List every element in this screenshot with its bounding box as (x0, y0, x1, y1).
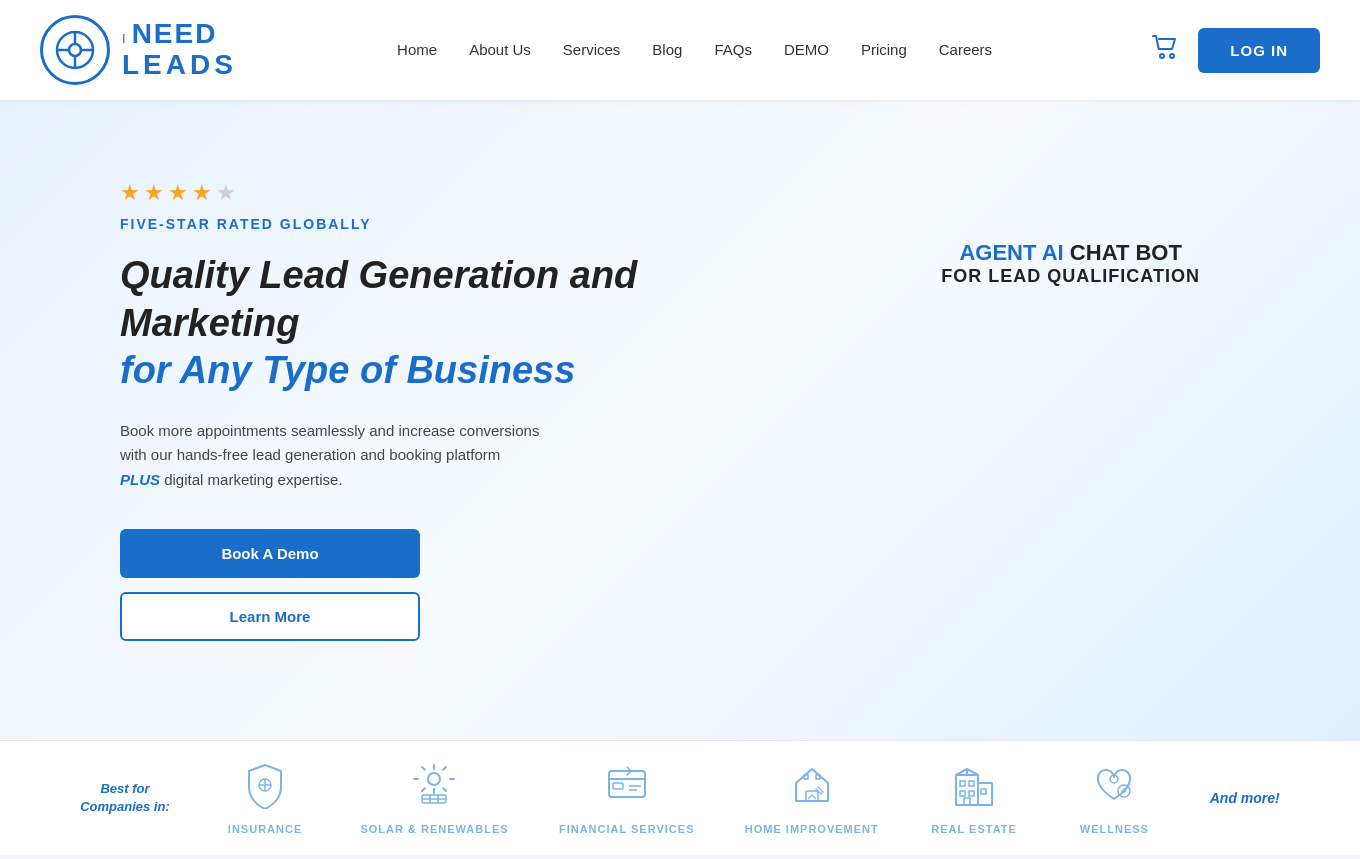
navbar-right: LOG IN (1152, 28, 1320, 73)
login-button[interactable]: LOG IN (1198, 28, 1320, 73)
strip-item-financial[interactable]: FINANCIAL SERVICES (559, 761, 695, 835)
svg-point-6 (1160, 54, 1164, 58)
svg-rect-24 (960, 791, 965, 796)
navbar: I NEED LEADS Home About Us Services Blog… (0, 0, 1360, 100)
star-rating: ★ ★ ★ ★ ★ (120, 180, 680, 206)
logo-leads: LEADS (122, 50, 237, 81)
wellness-icon (1090, 761, 1138, 815)
hero-subtitle-2: with our hands-free lead generation and … (120, 446, 500, 463)
logo[interactable]: I NEED LEADS (40, 15, 237, 85)
realestate-label: REAL ESTATE (931, 823, 1017, 835)
home-icon (788, 761, 836, 815)
learn-more-button[interactable]: Learn More (120, 592, 420, 641)
agent-ai-line1: AGENT AI CHAT BOT (941, 240, 1200, 266)
hero-title-part1: Quality Lead Generation and Marketing (120, 254, 637, 344)
svg-rect-22 (960, 781, 965, 786)
cart-icon[interactable] (1152, 34, 1178, 66)
nav-home[interactable]: Home (397, 41, 437, 59)
hero-right: AGENT AI CHAT BOT FOR LEAD QUALIFICATION (901, 180, 1240, 307)
solar-icon (410, 761, 458, 815)
strip-item-wellness[interactable]: WELLNESS (1069, 761, 1159, 835)
hero-buttons: Book A Demo Learn More (120, 529, 680, 641)
building-icon (950, 761, 998, 815)
svg-rect-26 (981, 789, 986, 794)
financial-label: FINANCIAL SERVICES (559, 823, 695, 835)
svg-point-9 (428, 773, 440, 785)
insurance-label: INSURANCE (228, 823, 302, 835)
bottom-strip: Best for Companies in: INSURANCE SOLAR (0, 740, 1360, 855)
solar-label: SOLAR & RENEWABLES (360, 823, 508, 835)
nav-links: Home About Us Services Blog FAQs DEMO Pr… (397, 41, 992, 59)
nav-pricing[interactable]: Pricing (861, 41, 907, 59)
and-more-label: And more! (1210, 790, 1280, 806)
strip-item-realestate[interactable]: REAL ESTATE (929, 761, 1019, 835)
hero-plus-label: PLUS (120, 471, 160, 488)
star-4: ★ (192, 180, 212, 206)
svg-rect-19 (956, 775, 978, 805)
logo-i: I (122, 32, 128, 46)
svg-rect-15 (613, 783, 623, 789)
rated-text: FIVE-STAR RATED GLOBALLY (120, 216, 680, 232)
wellness-label: WELLNESS (1080, 823, 1149, 835)
svg-point-1 (69, 44, 81, 56)
star-3: ★ (168, 180, 188, 206)
svg-rect-18 (806, 791, 818, 801)
nav-blog[interactable]: Blog (652, 41, 682, 59)
svg-rect-27 (964, 798, 970, 805)
home-label: HOME IMPROVEMENT (745, 823, 879, 835)
hero-title-part2: for Any Type of Business (120, 349, 575, 391)
nav-faqs[interactable]: FAQs (714, 41, 752, 59)
svg-rect-25 (969, 791, 974, 796)
star-5: ★ (216, 180, 236, 206)
agent-ai-banner: AGENT AI CHAT BOT FOR LEAD QUALIFICATION (901, 220, 1240, 307)
finance-icon (603, 761, 651, 815)
agent-ai-line3: FOR LEAD QUALIFICATION (941, 266, 1200, 287)
hero-subtitle-1: Book more appointments seamlessly and in… (120, 422, 539, 439)
shield-icon (241, 761, 289, 815)
strip-item-solar[interactable]: SOLAR & RENEWABLES (360, 761, 508, 835)
star-2: ★ (144, 180, 164, 206)
logo-text: I NEED LEADS (122, 19, 237, 81)
hero-subtitle-3: digital marketing expertise. (160, 471, 343, 488)
hero-subtitle: Book more appointments seamlessly and in… (120, 419, 680, 493)
hero-title: Quality Lead Generation and Marketing fo… (120, 252, 680, 395)
nav-services[interactable]: Services (563, 41, 621, 59)
svg-rect-23 (969, 781, 974, 786)
svg-point-7 (1170, 54, 1174, 58)
star-1: ★ (120, 180, 140, 206)
nav-about[interactable]: About Us (469, 41, 531, 59)
hero-section: ★ ★ ★ ★ ★ FIVE-STAR RATED GLOBALLY Quali… (0, 100, 1360, 740)
book-demo-button[interactable]: Book A Demo (120, 529, 420, 578)
logo-need: NEED (132, 19, 218, 50)
strip-item-home[interactable]: HOME IMPROVEMENT (745, 761, 879, 835)
nav-careers[interactable]: Careers (939, 41, 992, 59)
best-for-label: Best for Companies in: (80, 780, 170, 816)
nav-demo[interactable]: DEMO (784, 41, 829, 59)
hero-left: ★ ★ ★ ★ ★ FIVE-STAR RATED GLOBALLY Quali… (120, 180, 680, 641)
strip-item-insurance[interactable]: INSURANCE (220, 761, 310, 835)
logo-icon (40, 15, 110, 85)
